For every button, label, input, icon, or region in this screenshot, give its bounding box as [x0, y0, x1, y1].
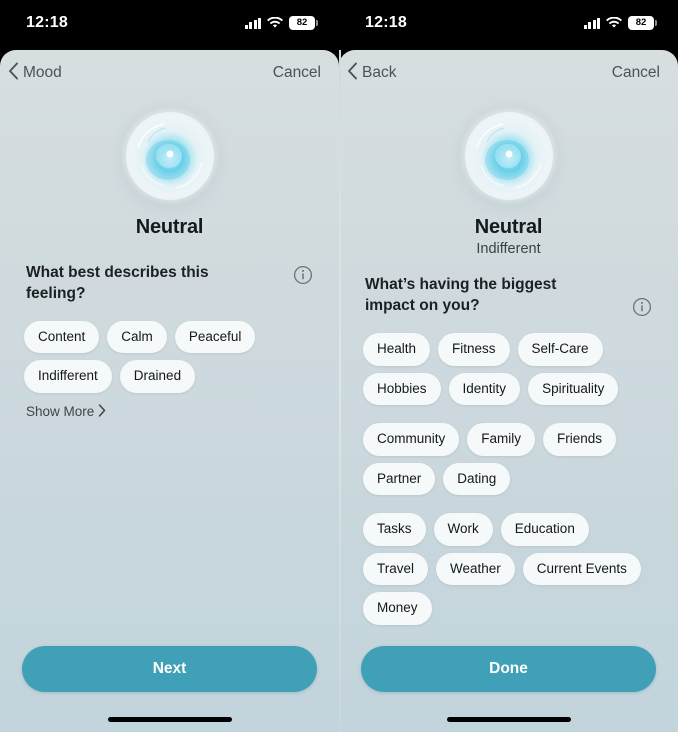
chip-option[interactable]: Hobbies	[363, 372, 441, 405]
mood-orb-icon	[118, 104, 222, 208]
sheet-footer: Next	[0, 646, 339, 706]
status-time: 12:18	[365, 14, 407, 31]
chip-option[interactable]: Work	[433, 513, 493, 546]
battery-level: 82	[296, 17, 308, 29]
chevron-left-icon	[347, 62, 358, 85]
wifi-icon	[267, 17, 283, 29]
chip-option[interactable]: Partner	[363, 462, 436, 495]
chip-option[interactable]: Content	[24, 320, 100, 354]
modal-sheet: Mood Cancel Neutral What best describes …	[0, 50, 339, 732]
chip-group-wellbeing: Health Fitness Self-Care Hobbies Identit…	[339, 333, 678, 405]
mood-header: Neutral	[0, 96, 339, 239]
chip-option[interactable]: Tasks	[363, 513, 426, 546]
home-indicator[interactable]	[107, 716, 232, 722]
question-row: What best describes this feeling?	[0, 263, 339, 305]
battery-icon: 82	[628, 16, 657, 30]
chip-option[interactable]: Family	[467, 423, 536, 456]
question-text: What’s having the biggest impact on you?	[365, 276, 557, 314]
navigation-bar: Back Cancel	[339, 50, 678, 96]
modal-sheet: Back Cancel Neutral Indifferent What’s h…	[339, 50, 678, 732]
done-button[interactable]: Done	[361, 646, 656, 692]
mood-orb-icon	[457, 104, 561, 208]
status-bar: 12:18 82	[339, 0, 678, 50]
mood-subtitle: Indifferent	[476, 241, 541, 257]
chip-option[interactable]: Indifferent	[24, 360, 112, 393]
dual-screenshot-stage: 12:18 82 Mood Cancel Neutral What best d…	[0, 0, 678, 732]
status-bar: 12:18 82	[0, 0, 339, 50]
chip-option[interactable]: Community	[363, 423, 460, 456]
chevron-left-icon	[8, 62, 19, 85]
chip-option[interactable]: Spirituality	[528, 372, 619, 405]
question-row: What’s having the biggest impact on you?	[339, 275, 678, 317]
chip-option[interactable]: Education	[500, 513, 589, 546]
chip-option[interactable]: Money	[363, 592, 432, 625]
chip-option[interactable]: Peaceful	[174, 320, 256, 354]
chip-option[interactable]: Drained	[119, 360, 196, 393]
status-time: 12:18	[26, 14, 68, 31]
chip-group: Content Calm Peaceful Indifferent Draine…	[0, 320, 339, 393]
back-button[interactable]: Back	[347, 62, 396, 85]
show-more-button[interactable]: Show More	[26, 404, 339, 420]
cellular-bars-icon	[244, 17, 261, 29]
info-circle-icon[interactable]	[293, 265, 313, 285]
show-more-label: Show More	[26, 404, 95, 420]
battery-level: 82	[635, 17, 647, 29]
home-indicator-area	[339, 706, 678, 732]
chip-option[interactable]: Current Events	[522, 552, 641, 585]
wifi-icon	[606, 17, 622, 29]
mood-name: Neutral	[474, 216, 543, 238]
chip-option[interactable]: Self-Care	[517, 333, 603, 366]
back-button[interactable]: Mood	[8, 62, 62, 85]
battery-icon: 82	[289, 16, 318, 30]
next-button[interactable]: Next	[22, 646, 317, 692]
question-text: What best describes this feeling?	[26, 264, 209, 302]
mood-name: Neutral	[135, 216, 204, 238]
chip-option[interactable]: Friends	[543, 423, 617, 456]
chip-option[interactable]: Fitness	[438, 333, 510, 366]
navigation-bar: Mood Cancel	[0, 50, 339, 96]
chip-option[interactable]: Travel	[363, 552, 429, 585]
chip-group-life: Tasks Work Education Travel Weather Curr…	[339, 513, 678, 625]
sheet-footer: Done	[339, 646, 678, 706]
chevron-right-icon	[98, 404, 106, 420]
cellular-bars-icon	[583, 17, 600, 29]
chip-option[interactable]: Weather	[436, 552, 515, 585]
chip-option[interactable]: Identity	[448, 372, 521, 405]
mood-header: Neutral Indifferent	[339, 96, 678, 257]
chip-option[interactable]: Calm	[107, 320, 167, 354]
cancel-button[interactable]: Cancel	[273, 64, 323, 82]
back-button-label: Back	[362, 64, 397, 81]
chip-group-relationships: Community Family Friends Partner Dating	[339, 423, 678, 495]
phone-screen-mood-impact: 12:18 82 Back Cancel Neutral Indifferent…	[339, 0, 678, 732]
home-indicator-area	[0, 706, 339, 732]
home-indicator[interactable]	[446, 716, 571, 722]
info-circle-icon[interactable]	[632, 297, 652, 317]
status-indicators: 82	[583, 16, 657, 30]
chip-option[interactable]: Health	[363, 333, 431, 366]
chip-option[interactable]: Dating	[443, 462, 511, 495]
status-indicators: 82	[244, 16, 318, 30]
back-button-label: Mood	[23, 64, 62, 81]
phone-screen-mood-descriptor: 12:18 82 Mood Cancel Neutral What best d…	[0, 0, 339, 732]
cancel-button[interactable]: Cancel	[612, 64, 662, 82]
